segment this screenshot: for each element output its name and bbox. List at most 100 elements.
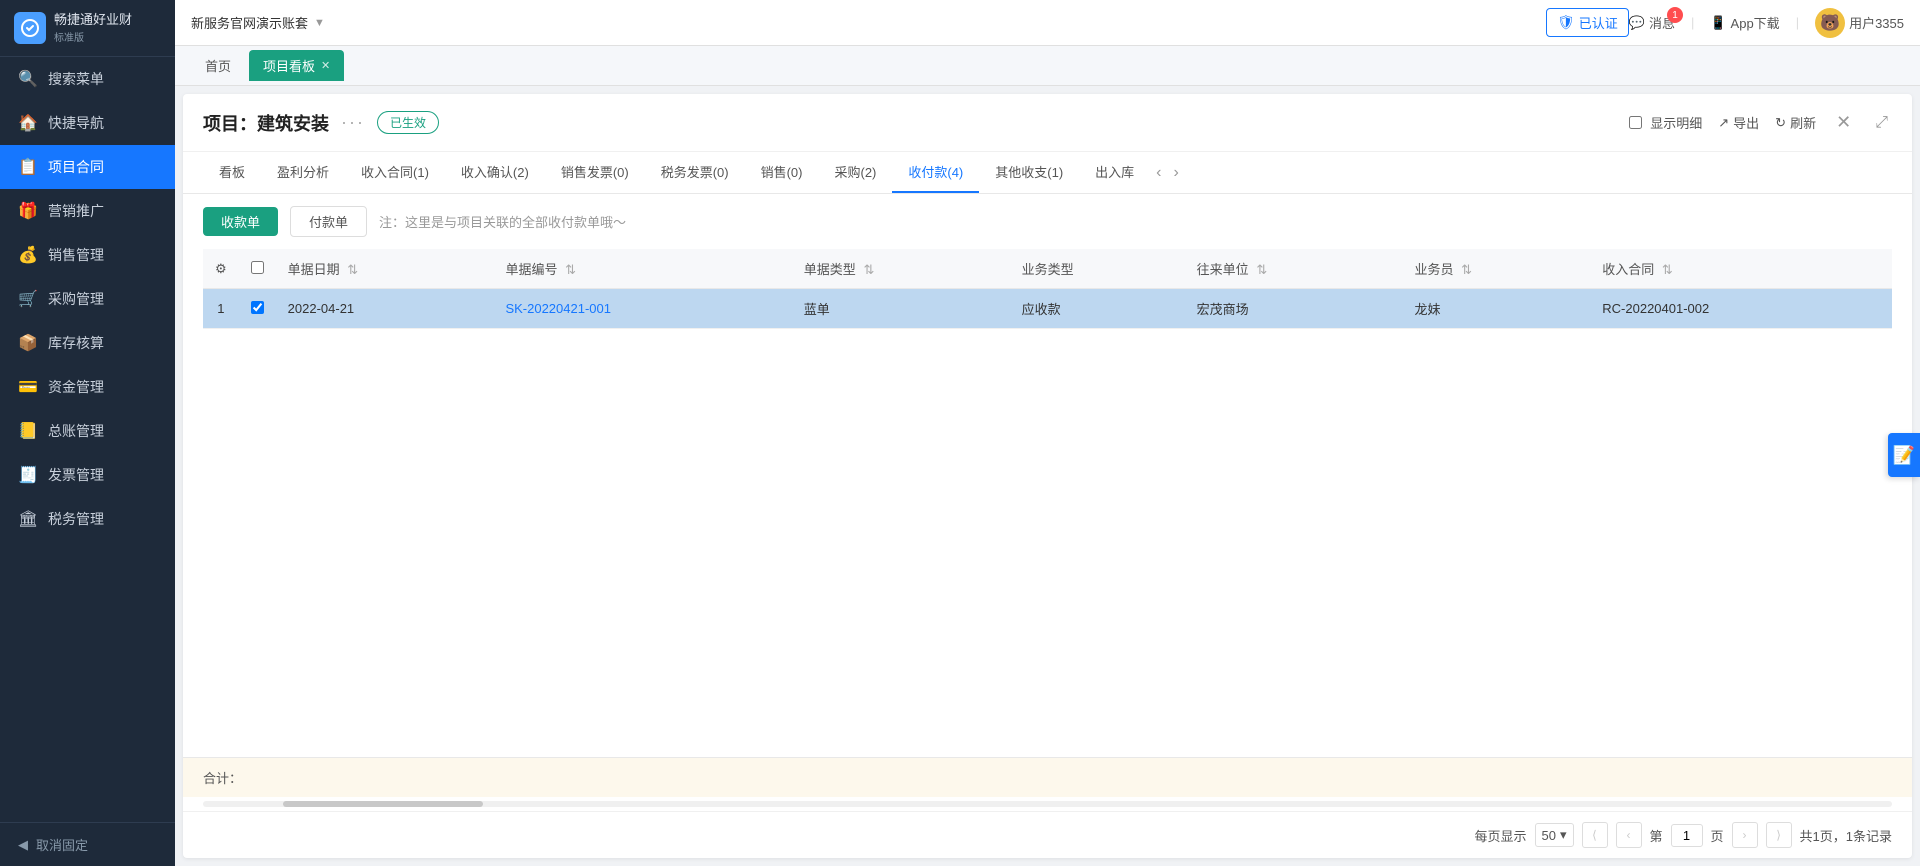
sidebar-item-marketing[interactable]: 🎁 营销推广	[0, 189, 175, 233]
th-checkbox	[239, 249, 276, 289]
sidebar-item-inventory[interactable]: 📦 库存核算	[0, 321, 175, 365]
sub-tab-payment[interactable]: 付款单	[290, 206, 367, 237]
tab-profit[interactable]: 盈利分析	[261, 152, 345, 193]
sort-icon: ⇅	[863, 262, 874, 277]
sidebar-item-quick-nav[interactable]: 🏠 快捷导航	[0, 101, 175, 145]
home-icon: 🏠	[18, 113, 38, 133]
scroll-row	[183, 797, 1912, 811]
search-icon: 🔍	[18, 69, 38, 89]
data-table: ⚙ 单据日期 ⇅ 单据编号 ⇅	[203, 249, 1892, 329]
page-next-button[interactable]: ›	[1732, 822, 1758, 848]
tab-tax-invoice[interactable]: 税务发票(0)	[645, 152, 745, 193]
page-size-select[interactable]: 50 ▾	[1535, 823, 1574, 847]
tab-close-icon[interactable]: ✕	[321, 59, 330, 72]
ledger-icon: 📒	[18, 421, 38, 441]
show-detail-toggle[interactable]: 显示明细	[1629, 113, 1702, 132]
page-first-button[interactable]: ⟨	[1582, 822, 1608, 848]
sidebar-item-ledger[interactable]: 📒 总账管理	[0, 409, 175, 453]
row-contract: RC-20220401-002	[1590, 289, 1892, 329]
page-word: 页	[1711, 826, 1724, 845]
sub-tab-receipt[interactable]: 收款单	[203, 207, 278, 236]
th-salesman[interactable]: 业务员 ⇅	[1402, 249, 1590, 289]
tab-bar: 首页 项目看板 ✕	[175, 46, 1920, 86]
th-number[interactable]: 单据编号 ⇅	[493, 249, 791, 289]
app-logo-icon	[14, 12, 46, 44]
funds-icon: 💳	[18, 377, 38, 397]
phone-icon: 📱	[1710, 15, 1726, 31]
user-menu[interactable]: 🐻 用户3355	[1815, 8, 1904, 38]
app-logo-text: 畅捷通好业财 标准版	[54, 12, 132, 44]
project-actions: 显示明细 ↗ 导出 ↻ 刷新 ✕ ⤢	[1629, 108, 1892, 137]
show-detail-checkbox[interactable]	[1629, 116, 1642, 129]
page-last-button[interactable]: ⟩	[1766, 822, 1792, 848]
sort-icon: ⇅	[1256, 262, 1267, 277]
sidebar-item-funds[interactable]: 💳 资金管理	[0, 365, 175, 409]
th-type[interactable]: 单据类型 ⇅	[792, 249, 1010, 289]
th-partner[interactable]: 往来单位 ⇅	[1185, 249, 1403, 289]
close-button[interactable]: ✕	[1832, 108, 1855, 137]
tab-sales[interactable]: 销售(0)	[745, 152, 819, 193]
sidebar-item-purchase[interactable]: 🛒 采购管理	[0, 277, 175, 321]
scroll-thumb[interactable]	[283, 801, 483, 807]
sidebar-item-search[interactable]: 🔍 搜索菜单	[0, 57, 175, 101]
account-selector[interactable]: 新服务官网演示账套 ▼	[191, 13, 1546, 32]
sidebar-item-project-contract[interactable]: 📋 项目合同	[0, 145, 175, 189]
select-all-checkbox[interactable]	[251, 261, 264, 274]
sidebar-item-invoice[interactable]: 🧾 发票管理	[0, 453, 175, 497]
refresh-button[interactable]: ↻ 刷新	[1775, 113, 1816, 132]
row-type: 蓝单	[792, 289, 1010, 329]
row-checkbox[interactable]	[251, 301, 264, 314]
page-total-info: 共1页，1条记录	[1800, 826, 1892, 845]
row-number[interactable]: SK-20220421-001	[493, 289, 791, 329]
table-wrapper: ⚙ 单据日期 ⇅ 单据编号 ⇅	[183, 249, 1912, 757]
gift-icon: 🎁	[18, 201, 38, 221]
page-prefix: 第	[1650, 826, 1663, 845]
certified-badge: 🛡 已认证	[1546, 8, 1629, 37]
nav-prev-icon[interactable]: ‹	[1150, 164, 1167, 182]
row-index: 1	[203, 289, 239, 329]
sort-icon: ⇅	[1662, 262, 1673, 277]
tab-home[interactable]: 首页	[191, 50, 245, 81]
inventory-icon: 📦	[18, 333, 38, 353]
th-contract[interactable]: 收入合同 ⇅	[1590, 249, 1892, 289]
page-prev-button[interactable]: ‹	[1616, 822, 1642, 848]
tab-inout[interactable]: 出入库	[1079, 152, 1150, 193]
float-feedback-button[interactable]: 📝	[1888, 433, 1920, 477]
sidebar-item-sales[interactable]: 💰 销售管理	[0, 233, 175, 277]
sub-tab-note: 注：这里是与项目关联的全部收付款单哦～	[379, 212, 626, 231]
th-date[interactable]: 单据日期 ⇅	[276, 249, 494, 289]
contract-icon: 📋	[18, 157, 38, 177]
more-icon[interactable]: ···	[341, 112, 365, 133]
export-button[interactable]: ↗ 导出	[1718, 113, 1759, 132]
row-salesman: 龙妹	[1402, 289, 1590, 329]
tab-other-income[interactable]: 其他收支(1)	[979, 152, 1079, 193]
nav-tabs: 看板 盈利分析 收入合同(1) 收入确认(2) 销售发票(0) 税务发票(0) …	[183, 152, 1912, 194]
th-settings[interactable]: ⚙	[203, 249, 239, 289]
sidebar-nav: 🔍 搜索菜单 🏠 快捷导航 📋 项目合同 🎁 营销推广 💰 销售管理 🛒 采购管…	[0, 57, 175, 822]
fullscreen-icon[interactable]: ⤢	[1871, 110, 1892, 136]
row-partner: 宏茂商场	[1185, 289, 1403, 329]
tab-sales-invoice[interactable]: 销售发票(0)	[545, 152, 645, 193]
page-number-input[interactable]	[1671, 824, 1703, 847]
app-download-button[interactable]: 📱 App下载	[1710, 13, 1779, 32]
message-badge: 1	[1667, 7, 1683, 23]
tab-receipt[interactable]: 收付款(4)	[892, 152, 979, 193]
total-label: 合计：	[203, 771, 242, 786]
tab-income-contract[interactable]: 收入合同(1)	[345, 152, 445, 193]
nav-next-icon[interactable]: ›	[1168, 164, 1185, 182]
sidebar-unpin-button[interactable]: ◀ 取消固定	[0, 822, 175, 866]
header-right-actions: 💬 消息 1 | 📱 App下载 | 🐻 用户3355	[1629, 8, 1904, 38]
sidebar-item-tax[interactable]: 🏛 税务管理	[0, 497, 175, 541]
settings-icon[interactable]: ⚙	[215, 261, 227, 276]
invoice-icon: 🧾	[18, 465, 38, 485]
table-row[interactable]: 1 2022-04-21 SK-20220421-001 蓝单 应收款 宏茂商场…	[203, 289, 1892, 329]
sort-icon: ⇅	[565, 262, 576, 277]
project-header: 项目：建筑安装 ··· 已生效 显示明细 ↗ 导出 ↻ 刷新 ✕ ⤢	[183, 94, 1912, 152]
message-icon: 💬	[1629, 15, 1645, 31]
tab-purchase[interactable]: 采购(2)	[818, 152, 892, 193]
tab-project[interactable]: 项目看板 ✕	[249, 50, 344, 81]
tab-kanban[interactable]: 看板	[203, 152, 261, 193]
message-button[interactable]: 💬 消息 1	[1629, 13, 1675, 32]
tab-income-confirm[interactable]: 收入确认(2)	[445, 152, 545, 193]
th-biz-type: 业务类型	[1010, 249, 1185, 289]
